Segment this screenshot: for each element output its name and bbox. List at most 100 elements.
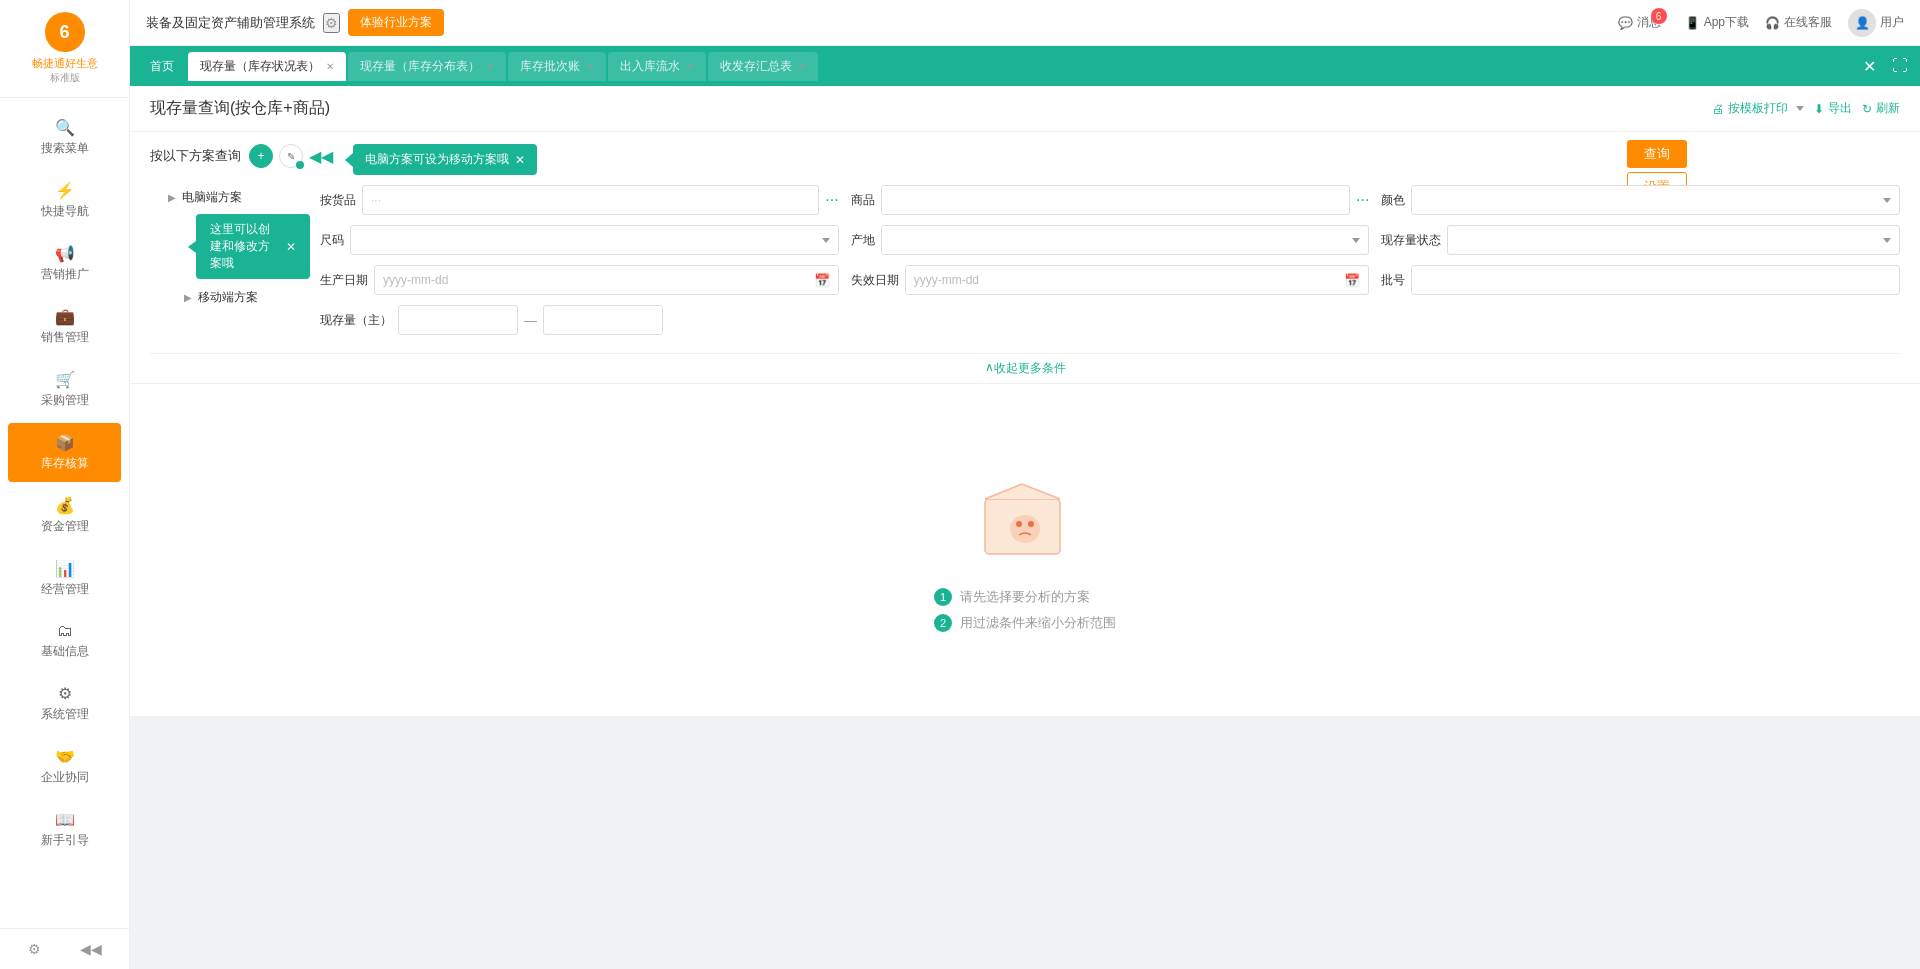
- sidebar-item-purchase[interactable]: 🛒 采购管理: [8, 360, 121, 419]
- export-button[interactable]: ⬇ 导出: [1814, 100, 1852, 117]
- sidebar-item-operation[interactable]: 📊 经营管理: [8, 549, 121, 608]
- expire-date-field: 失效日期 yyyy-mm-dd 📅: [851, 265, 1370, 295]
- user-action[interactable]: 👤 用户: [1848, 9, 1904, 37]
- stock-status-field: 现存量状态: [1381, 225, 1900, 255]
- edit-scheme-button[interactable]: ✎: [279, 144, 303, 168]
- scheme-tooltip: 电脑方案可设为移动方案哦 ✕: [353, 144, 537, 175]
- marketing-icon: 📢: [55, 244, 75, 263]
- scheme-arrow-icon[interactable]: ◀◀: [309, 147, 333, 166]
- phone-icon: 📱: [1685, 16, 1700, 30]
- refresh-label: 刷新: [1876, 100, 1900, 117]
- search-nav-icon: 🔍: [55, 118, 75, 137]
- sidebar-item-marketing[interactable]: 📢 营销推广: [8, 234, 121, 293]
- sidebar-item-guide[interactable]: 📖 新手引导: [8, 800, 121, 859]
- system-settings-button[interactable]: ⚙: [323, 13, 340, 33]
- tab-close-all-button[interactable]: ✕: [1859, 53, 1880, 80]
- tree-mobile-expand-icon: ▶: [184, 292, 192, 303]
- expire-date-input[interactable]: yyyy-mm-dd 📅: [905, 265, 1370, 295]
- tab-inventory-status[interactable]: 现存量（库存状况表） ✕: [188, 52, 346, 81]
- empty-illustration: [965, 464, 1085, 564]
- sidebar-item-finance[interactable]: 💰 资金管理: [8, 486, 121, 545]
- inventory-min-input[interactable]: [398, 305, 518, 335]
- add-scheme-button[interactable]: +: [249, 144, 273, 168]
- system-icon: ⚙: [58, 684, 72, 703]
- tab-close-icon[interactable]: ✕: [326, 61, 334, 72]
- tab-summary-label: 收发存汇总表: [720, 58, 792, 75]
- message-icon: 💬: [1618, 16, 1633, 30]
- refresh-button[interactable]: ↻ 刷新: [1862, 100, 1900, 117]
- tab-close-icon[interactable]: ✕: [586, 61, 594, 72]
- sidebar-item-cooperation[interactable]: 🤝 企业协同: [8, 737, 121, 796]
- sidebar-item-search[interactable]: 🔍 搜索菜单: [8, 108, 121, 167]
- tab-inventory-distribution[interactable]: 现存量（库存分布表） ✕: [348, 52, 506, 81]
- step-num-2: 2: [934, 614, 952, 632]
- logo-text: 畅捷通好生意: [32, 56, 98, 71]
- inventory-icon: 📦: [55, 433, 75, 452]
- product-input-area[interactable]: [881, 185, 1350, 215]
- app-download-action[interactable]: 📱 App下载: [1685, 14, 1749, 31]
- batch-label: 批号: [1381, 272, 1405, 289]
- create-tooltip-close[interactable]: ✕: [286, 240, 296, 254]
- sidebar-item-sales[interactable]: 💼 销售管理: [8, 297, 121, 356]
- tab-fullscreen-button[interactable]: ⛶: [1888, 53, 1912, 80]
- tab-close-icon[interactable]: ✕: [686, 61, 694, 72]
- scheme-item-desktop[interactable]: ▶ 电脑端方案: [160, 185, 310, 210]
- scheme-tooltip-close[interactable]: ✕: [515, 153, 525, 167]
- online-support-action[interactable]: 🎧 在线客服: [1765, 14, 1832, 31]
- sidebar-item-label: 经营管理: [41, 581, 89, 598]
- sidebar-item-label: 销售管理: [41, 329, 89, 346]
- collapse-sidebar-icon[interactable]: ◀◀: [80, 941, 102, 957]
- sidebar-item-label: 基础信息: [41, 643, 89, 660]
- inventory-max-input[interactable]: [543, 305, 663, 335]
- inventory-range-sep: —: [524, 313, 537, 328]
- query-button[interactable]: 查询: [1627, 140, 1687, 168]
- print-icon: 🖨: [1712, 102, 1724, 116]
- sidebar-item-quicknav[interactable]: ⚡ 快捷导航: [8, 171, 121, 230]
- page-actions: 🖨 按模板打印 ⬇ 导出 ↻ 刷新: [1712, 100, 1900, 117]
- sidebar-item-inventory[interactable]: 📦 库存核算: [8, 423, 121, 482]
- user-label: 用户: [1880, 14, 1904, 31]
- tab-home[interactable]: 首页: [138, 52, 186, 81]
- header-right: 💬 消息 6 📱 App下载 🎧 在线客服 👤 用户: [1618, 9, 1904, 37]
- sidebar-item-label: 企业协同: [41, 769, 89, 786]
- message-action[interactable]: 💬 消息 6: [1618, 14, 1661, 31]
- header-left: 装备及固定资产辅助管理系统 ⚙ 体验行业方案: [146, 9, 444, 36]
- warehouse-label: 按货品: [320, 192, 356, 209]
- export-icon: ⬇: [1814, 102, 1824, 116]
- top-header: 装备及固定资产辅助管理系统 ⚙ 体验行业方案 💬 消息 6 📱 App下载 🎧 …: [130, 0, 1920, 46]
- tab-close-icon[interactable]: ✕: [486, 61, 494, 72]
- warehouse-input-area: ···: [362, 185, 819, 215]
- tab-batch-account[interactable]: 库存批次账 ✕: [508, 52, 606, 81]
- origin-select[interactable]: [881, 225, 1370, 255]
- batch-input[interactable]: [1411, 265, 1900, 295]
- size-field: 尺码: [320, 225, 839, 255]
- tab-inout-flow[interactable]: 出入库流水 ✕: [608, 52, 706, 81]
- tab-inventory-distribution-label: 现存量（库存分布表）: [360, 58, 480, 75]
- warehouse-dots-btn[interactable]: ···: [825, 191, 838, 209]
- page-header: 现存量查询(按仓库+商品) 🖨 按模板打印 ⬇ 导出 ↻: [130, 86, 1920, 132]
- tab-inout-flow-label: 出入库流水: [620, 58, 680, 75]
- sidebar: 6 畅捷通好生意 标准版 🔍 搜索菜单 ⚡ 快捷导航 📢 营销推广 💼 销售管理: [0, 0, 130, 969]
- color-select[interactable]: [1411, 185, 1900, 215]
- template-print-button[interactable]: 🖨 按模板打印: [1712, 100, 1804, 117]
- experience-button[interactable]: 体验行业方案: [348, 9, 444, 36]
- stock-status-select[interactable]: [1447, 225, 1900, 255]
- cooperation-icon: 🤝: [55, 747, 75, 766]
- settings-bottom-icon[interactable]: ⚙: [28, 941, 41, 957]
- sidebar-item-basic[interactable]: 🗂 基础信息: [8, 612, 121, 670]
- tab-summary[interactable]: 收发存汇总表 ✕: [708, 52, 818, 81]
- logo-icon: 6: [45, 12, 85, 52]
- scheme-item-mobile[interactable]: ▶ 移动端方案: [176, 285, 310, 310]
- inventory-field: 现存量（主） —: [320, 305, 663, 335]
- batch-field: 批号: [1381, 265, 1900, 295]
- sidebar-item-system[interactable]: ⚙ 系统管理: [8, 674, 121, 733]
- product-dots-btn[interactable]: ···: [1356, 191, 1369, 209]
- tab-close-icon[interactable]: ✕: [798, 61, 806, 72]
- sidebar-item-label: 系统管理: [41, 706, 89, 723]
- system-title: 装备及固定资产辅助管理系统: [146, 14, 315, 32]
- create-scheme-text: 这里可以创建和修改方案哦: [210, 221, 272, 272]
- produce-date-input[interactable]: yyyy-mm-dd 📅: [374, 265, 839, 295]
- collapse-filter-button[interactable]: ∧ 收起更多条件: [150, 353, 1900, 383]
- guide-icon: 📖: [55, 810, 75, 829]
- size-select[interactable]: [350, 225, 839, 255]
